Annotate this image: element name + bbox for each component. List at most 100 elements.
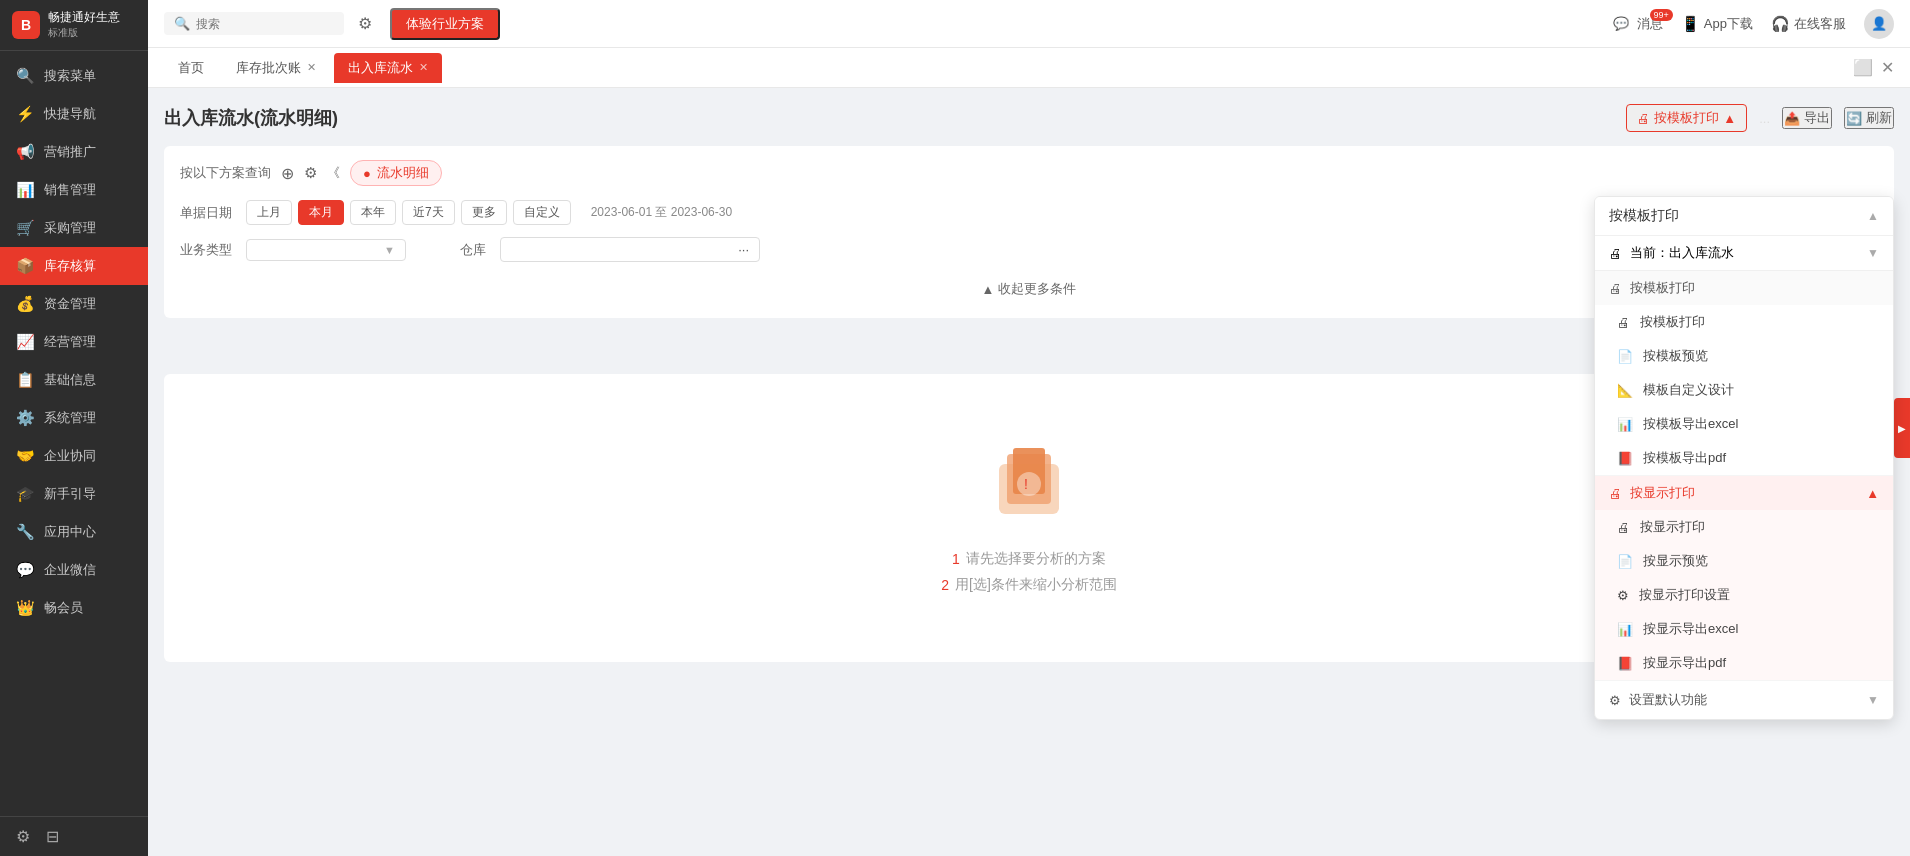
sidebar-item-vip[interactable]: 👑畅会员 <box>0 589 148 627</box>
refresh-button[interactable]: 🔄 刷新 <box>1844 107 1894 129</box>
tabs-bar: 首页库存批次账✕出入库流水✕⬜✕ <box>148 48 1910 88</box>
display-excel-sub[interactable]: 📊 按显示导出excel <box>1595 612 1893 646</box>
sidebar-logo: B 畅捷通好生意 标准版 <box>0 0 148 51</box>
user-avatar[interactable]: 👤 <box>1864 9 1894 39</box>
expand-icon: ⬜ <box>1853 58 1873 77</box>
sidebar-label-marketing: 营销推广 <box>44 143 132 161</box>
current-caret[interactable]: ▼ <box>1867 246 1879 260</box>
sidebar-item-purchase[interactable]: 🛒采购管理 <box>0 209 148 247</box>
sidebar-item-guide[interactable]: 🎓新手引导 <box>0 475 148 513</box>
filter-gear-icon[interactable]: ⚙ <box>304 164 317 182</box>
t-pdf-icon: 📕 <box>1617 451 1633 466</box>
display-settings-sub[interactable]: ⚙ 按显示打印设置 <box>1595 578 1893 612</box>
display-caret: ▲ <box>1866 486 1879 501</box>
trial-button[interactable]: 体验行业方案 <box>390 8 500 40</box>
dropdown-collapse-icon[interactable]: ▲ <box>1867 209 1879 223</box>
template-section-header[interactable]: 🖨 按模板打印 <box>1595 271 1893 305</box>
app-download-label: App下载 <box>1704 15 1753 33</box>
gear-icon[interactable]: ⚙ <box>358 14 372 33</box>
footer-label: 设置默认功能 <box>1629 691 1707 709</box>
tab-home[interactable]: 首页 <box>164 53 218 83</box>
t-pdf-label: 按模板导出pdf <box>1643 449 1726 467</box>
quick-nav-icon: ⚡ <box>16 105 34 123</box>
search-input[interactable] <box>196 17 316 31</box>
footer-label-wrap: ⚙ 设置默认功能 <box>1609 691 1707 709</box>
operations-icon: 📈 <box>16 333 34 351</box>
sidebar-item-operations[interactable]: 📈经营管理 <box>0 323 148 361</box>
tab-label-home: 首页 <box>178 59 204 77</box>
search-icon: 🔍 <box>174 16 190 31</box>
sidebar-label-search: 搜索菜单 <box>44 67 132 85</box>
tabs-expand[interactable]: ⬜✕ <box>1853 58 1894 77</box>
export-button[interactable]: 📤 导出 <box>1782 107 1832 129</box>
logo-sub: 标准版 <box>48 26 120 40</box>
marketing-icon: 📢 <box>16 143 34 161</box>
online-service-button[interactable]: 🎧 在线客服 <box>1771 15 1846 33</box>
dropdown-footer[interactable]: ⚙ 设置默认功能 ▼ <box>1595 681 1893 719</box>
filter-collapse-icon[interactable]: 《 <box>327 164 340 182</box>
date-btn-0[interactable]: 上月 <box>246 200 292 225</box>
sidebar-item-app-center[interactable]: 🔧应用中心 <box>0 513 148 551</box>
business-type-select[interactable]: ▼ <box>246 239 406 261</box>
tab-inout-flow[interactable]: 出入库流水✕ <box>334 53 442 83</box>
right-edge-btn[interactable]: ▶ <box>1894 398 1910 458</box>
template-print-button[interactable]: 🖨 按模板打印 ▲ <box>1626 104 1747 132</box>
app-download-button[interactable]: 📱 App下载 <box>1681 15 1753 33</box>
t-excel-label: 按模板导出excel <box>1643 415 1738 433</box>
wechat-icon: 💬 <box>16 561 34 579</box>
purchase-icon: 🛒 <box>16 219 34 237</box>
display-section-header[interactable]: 🖨 按显示打印 ▲ <box>1595 476 1893 510</box>
sidebar-item-system[interactable]: ⚙️系统管理 <box>0 399 148 437</box>
sidebar-label-basic-info: 基础信息 <box>44 371 132 389</box>
date-btn-2[interactable]: 本年 <box>350 200 396 225</box>
sidebar-item-quick-nav[interactable]: ⚡ 快捷导航 <box>0 95 148 133</box>
message-button[interactable]: 💬 99+ 消息 <box>1613 15 1663 33</box>
sidebar-item-sales[interactable]: 📊销售管理 <box>0 171 148 209</box>
add-filter-icon[interactable]: ⊕ <box>281 164 294 183</box>
template-title-label: 按模板打印 <box>1630 279 1695 297</box>
sidebar-item-wechat[interactable]: 💬企业微信 <box>0 551 148 589</box>
tab-close-batch-account[interactable]: ✕ <box>307 61 316 74</box>
sidebar-item-inventory[interactable]: 📦 库存核算 <box>0 247 148 285</box>
warehouse-more: ··· <box>738 242 749 257</box>
sidebar-item-marketing[interactable]: 📢 营销推广 <box>0 133 148 171</box>
template-pdf-sub[interactable]: 📕 按模板导出pdf <box>1595 441 1893 475</box>
template-custom-sub[interactable]: 📐 模板自定义设计 <box>1595 373 1893 407</box>
date-btn-3[interactable]: 近7天 <box>402 200 455 225</box>
date-btn-1[interactable]: 本月 <box>298 200 344 225</box>
sidebar-label-app-center: 应用中心 <box>44 523 132 541</box>
download-icon: 📱 <box>1681 15 1700 33</box>
inventory-icon: 📦 <box>16 257 34 275</box>
display-print-sub[interactable]: 🖨 按显示打印 <box>1595 510 1893 544</box>
display-pdf-sub[interactable]: 📕 按显示导出pdf <box>1595 646 1893 680</box>
sidebar-item-search[interactable]: 🔍搜索菜单 <box>0 57 148 95</box>
date-btn-4[interactable]: 更多 <box>461 200 507 225</box>
sidebar-label-system: 系统管理 <box>44 409 132 427</box>
tab-close-inout-flow[interactable]: ✕ <box>419 61 428 74</box>
page-title-bar: 出入库流水(流水明细) 🖨 按模板打印 ▲ ... 📤 导出 🔄 刷新 <box>164 104 1894 132</box>
template-preview-sub[interactable]: 📄 按模板预览 <box>1595 339 1893 373</box>
collapse-icon[interactable]: ⊟ <box>46 827 59 846</box>
d-preview-icon: 📄 <box>1617 554 1633 569</box>
sidebar-label-sales: 销售管理 <box>44 181 132 199</box>
d-print-icon: 🖨 <box>1617 520 1630 535</box>
sidebar-label-inventory: 库存核算 <box>44 257 132 275</box>
refresh-label: 刷新 <box>1866 109 1892 127</box>
filter-title: 按以下方案查询 <box>180 164 271 182</box>
sidebar-item-basic-info[interactable]: 📋基础信息 <box>0 361 148 399</box>
sidebar-label-quick-nav: 快捷导航 <box>44 105 132 123</box>
template-section-title: 🖨 按模板打印 <box>1609 279 1695 297</box>
logo-icon: B <box>12 11 40 39</box>
display-preview-sub[interactable]: 📄 按显示预览 <box>1595 544 1893 578</box>
sidebar-item-finance[interactable]: 💰资金管理 <box>0 285 148 323</box>
active-filter-tag[interactable]: ● 流水明细 <box>350 160 442 186</box>
tab-batch-account[interactable]: 库存批次账✕ <box>222 53 330 83</box>
template-excel-sub[interactable]: 📊 按模板导出excel <box>1595 407 1893 441</box>
search-box[interactable]: 🔍 <box>164 12 344 35</box>
warehouse-select[interactable]: ··· <box>500 237 760 262</box>
headset-icon: 🎧 <box>1771 15 1790 33</box>
template-print-sub[interactable]: 🖨 按模板打印 <box>1595 305 1893 339</box>
settings-icon[interactable]: ⚙ <box>16 827 30 846</box>
date-btn-5[interactable]: 自定义 <box>513 200 571 225</box>
sidebar-item-enterprise[interactable]: 🤝企业协同 <box>0 437 148 475</box>
